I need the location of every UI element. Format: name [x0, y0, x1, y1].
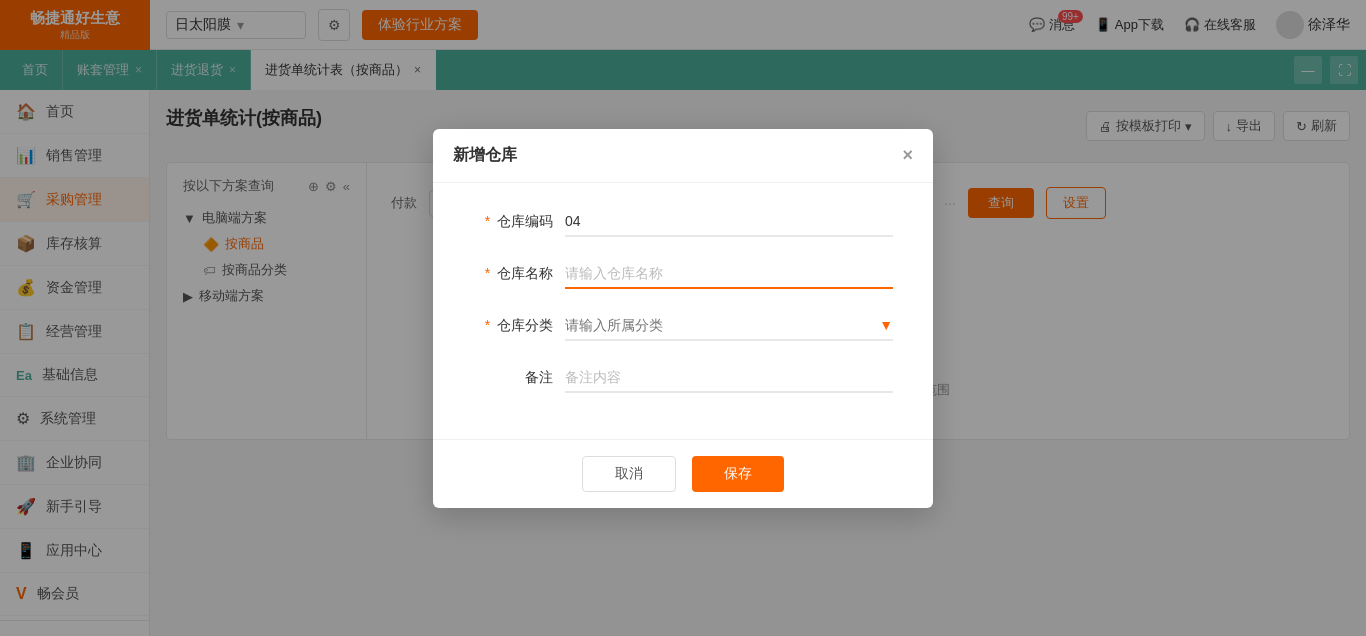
cancel-button[interactable]: 取消	[582, 456, 676, 492]
dialog-close-icon[interactable]: ×	[902, 145, 913, 166]
category-input[interactable]	[565, 317, 879, 333]
code-label: * 仓库编码	[473, 213, 553, 231]
category-label: * 仓库分类	[473, 317, 553, 335]
note-input[interactable]	[565, 363, 893, 393]
dialog-body: * 仓库编码 * 仓库名称 * 仓库分类	[433, 183, 933, 439]
code-input[interactable]	[565, 207, 893, 237]
form-row-code: * 仓库编码	[473, 207, 893, 237]
name-input[interactable]	[565, 259, 893, 289]
dialog-overlay: 新增仓库 × * 仓库编码 * 仓库名称	[0, 0, 1366, 636]
required-star-category: *	[485, 317, 490, 333]
form-row-name: * 仓库名称	[473, 259, 893, 289]
note-label: 备注	[473, 369, 553, 387]
name-label: * 仓库名称	[473, 265, 553, 283]
required-star-code: *	[485, 213, 490, 229]
required-star-name: *	[485, 265, 490, 281]
new-warehouse-dialog: 新增仓库 × * 仓库编码 * 仓库名称	[433, 129, 933, 508]
dialog-title: 新增仓库	[453, 145, 517, 166]
form-row-note: 备注	[473, 363, 893, 393]
dialog-footer: 取消 保存	[433, 439, 933, 508]
dialog-header: 新增仓库 ×	[433, 129, 933, 183]
category-select-wrap: ▼	[565, 311, 893, 341]
form-row-category: * 仓库分类 ▼	[473, 311, 893, 341]
category-dropdown-icon[interactable]: ▼	[879, 317, 893, 333]
save-button[interactable]: 保存	[692, 456, 784, 492]
